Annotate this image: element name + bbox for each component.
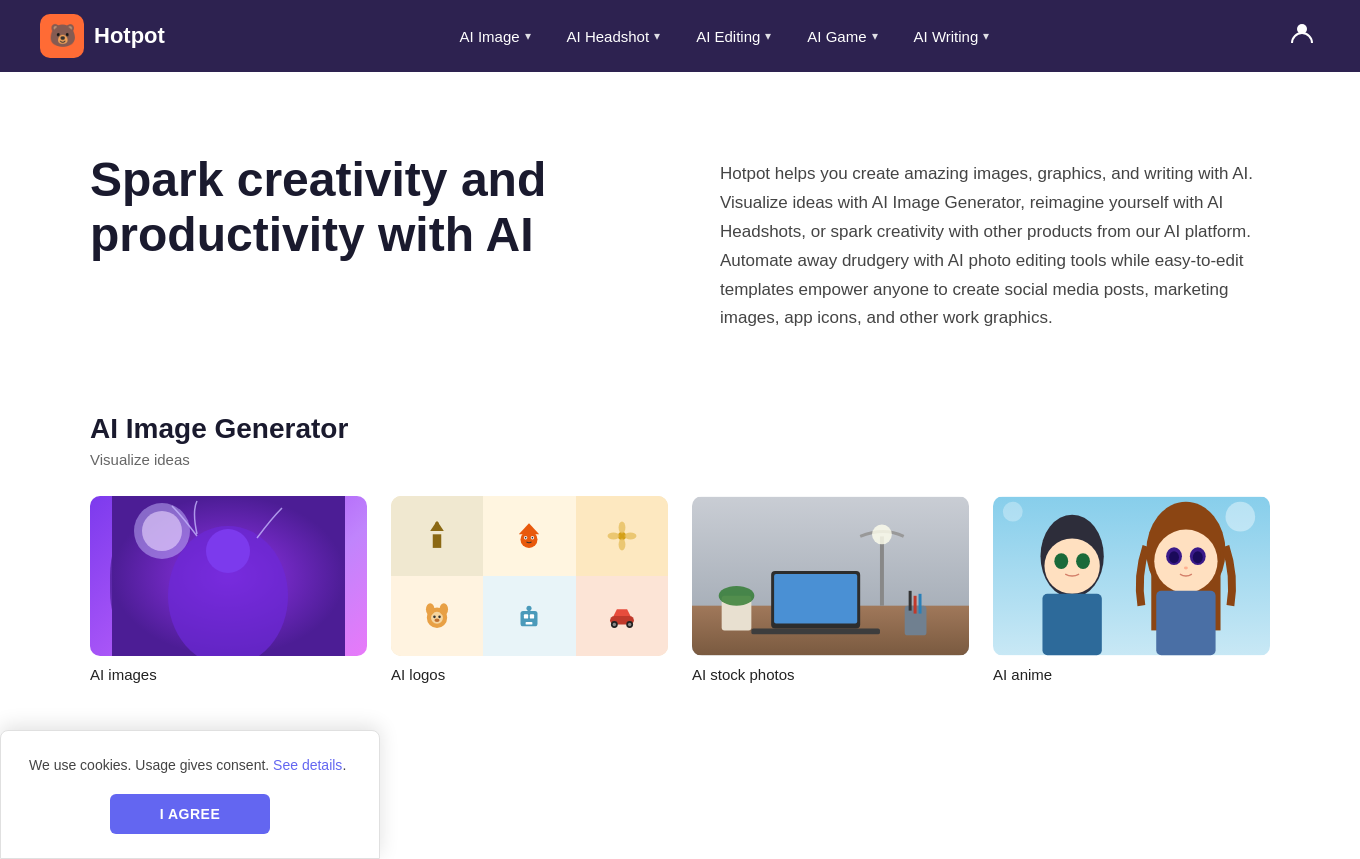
svg-point-37 — [628, 623, 631, 626]
card-ai-logos[interactable]: AI logos — [391, 496, 668, 684]
svg-point-54 — [1154, 530, 1217, 593]
logo[interactable]: 🐻 Hotpot — [40, 14, 165, 58]
svg-rect-29 — [530, 615, 534, 619]
hero-right: Hotpot helps you create amazing images, … — [720, 152, 1270, 333]
navbar: 🐻 Hotpot AI Image ▾ AI Headshot ▾ AI Edi… — [0, 0, 1360, 72]
svg-point-59 — [1184, 567, 1188, 570]
svg-point-16 — [618, 522, 625, 534]
chevron-down-icon: ▾ — [654, 29, 660, 43]
svg-point-19 — [624, 533, 636, 540]
svg-point-62 — [1044, 539, 1099, 594]
chevron-down-icon: ▾ — [525, 29, 531, 43]
logo-cell-flower — [576, 496, 668, 576]
hero-title: Spark creativity and productivity with A… — [90, 152, 640, 262]
svg-point-3 — [142, 511, 182, 551]
card-img-ai-stock — [692, 496, 969, 656]
hero-section: Spark creativity and productivity with A… — [0, 72, 1360, 393]
card-label-ai-stock: AI stock photos — [692, 666, 795, 683]
logo-cell-racecar — [576, 576, 668, 656]
card-label-ai-images: AI images — [90, 666, 157, 683]
logo-cell-corgi — [391, 576, 483, 656]
hero-description: Hotpot helps you create amazing images, … — [720, 160, 1270, 333]
nav-ai-image[interactable]: AI Image ▾ — [446, 20, 545, 53]
card-img-ai-logos — [391, 496, 668, 656]
svg-point-46 — [719, 586, 755, 606]
logo-cell-robot — [483, 576, 575, 656]
svg-rect-60 — [1156, 591, 1215, 655]
svg-rect-28 — [524, 615, 528, 619]
nav-links: AI Image ▾ AI Headshot ▾ AI Editing ▾ AI… — [446, 20, 1004, 53]
svg-point-25 — [438, 616, 441, 619]
svg-point-26 — [435, 619, 440, 622]
svg-rect-49 — [914, 596, 917, 614]
svg-point-17 — [618, 539, 625, 551]
svg-point-24 — [433, 616, 436, 619]
svg-point-14 — [532, 537, 534, 539]
svg-point-23 — [440, 604, 449, 616]
svg-point-44 — [872, 525, 892, 545]
svg-rect-43 — [880, 537, 884, 606]
nav-right — [1284, 15, 1320, 58]
svg-point-66 — [1225, 502, 1255, 532]
card-ai-anime[interactable]: AI anime — [993, 496, 1270, 684]
nav-ai-game[interactable]: AI Game ▾ — [793, 20, 891, 53]
chevron-down-icon: ▾ — [983, 29, 989, 43]
logo-icon: 🐻 — [40, 14, 84, 58]
image-generator-section: AI Image Generator Visualize ideas — [0, 393, 1360, 724]
svg-point-58 — [1193, 552, 1203, 564]
section-title: AI Image Generator — [90, 413, 1270, 445]
svg-rect-65 — [1042, 594, 1101, 655]
svg-rect-30 — [526, 622, 533, 625]
logo-cell-church — [391, 496, 483, 576]
section-subtitle: Visualize ideas — [90, 451, 1270, 468]
card-ai-stock[interactable]: AI stock photos — [692, 496, 969, 684]
svg-point-22 — [426, 604, 435, 616]
svg-point-10 — [521, 531, 538, 548]
card-label-ai-anime: AI anime — [993, 666, 1052, 683]
card-img-ai-images — [90, 496, 367, 656]
nav-ai-editing[interactable]: AI Editing ▾ — [682, 20, 785, 53]
svg-point-5 — [206, 529, 250, 573]
svg-point-57 — [1169, 552, 1179, 564]
svg-rect-48 — [909, 591, 912, 611]
svg-rect-42 — [751, 629, 880, 635]
card-ai-images[interactable]: AI images — [90, 496, 367, 684]
card-img-ai-anime — [993, 496, 1270, 656]
hero-left: Spark creativity and productivity with A… — [90, 152, 640, 286]
cards-grid: AI images — [90, 496, 1270, 684]
logo-text: Hotpot — [94, 23, 165, 49]
chevron-down-icon: ▾ — [765, 29, 771, 43]
chevron-down-icon: ▾ — [872, 29, 878, 43]
svg-rect-8 — [435, 523, 438, 530]
svg-point-63 — [1054, 554, 1068, 570]
svg-point-35 — [612, 623, 615, 626]
svg-rect-6 — [433, 535, 442, 549]
card-label-ai-logos: AI logos — [391, 666, 445, 683]
svg-point-18 — [607, 533, 619, 540]
svg-point-13 — [525, 537, 527, 539]
svg-point-64 — [1076, 554, 1090, 570]
svg-point-67 — [1003, 502, 1023, 522]
logo-cell-fox — [483, 496, 575, 576]
nav-ai-headshot[interactable]: AI Headshot ▾ — [553, 20, 675, 53]
user-account-button[interactable] — [1284, 15, 1320, 58]
svg-rect-41 — [774, 574, 857, 623]
svg-rect-50 — [919, 594, 922, 614]
nav-ai-writing[interactable]: AI Writing ▾ — [900, 20, 1004, 53]
